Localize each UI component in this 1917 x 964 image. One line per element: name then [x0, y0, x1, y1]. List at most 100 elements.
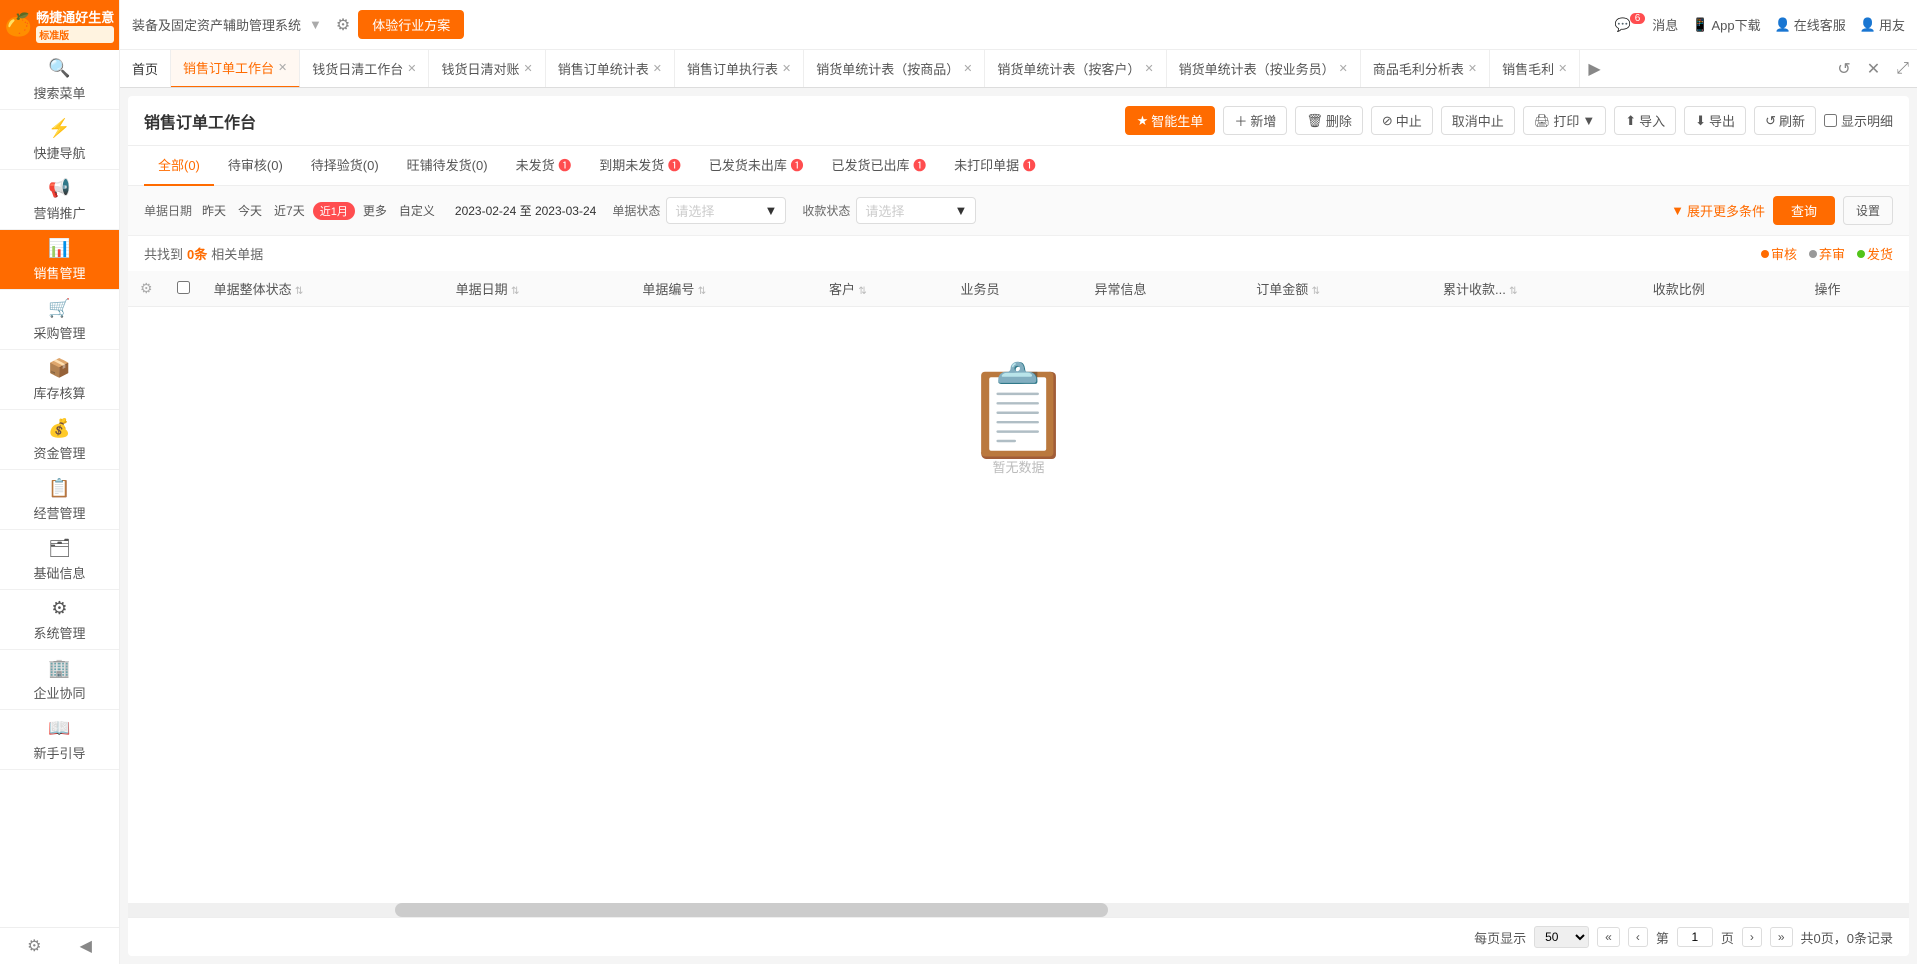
date-yesterday[interactable]: 昨天	[198, 200, 230, 221]
settings-icon[interactable]: ⚙	[27, 936, 41, 956]
delete-btn[interactable]: 🗑 删除	[1295, 106, 1363, 135]
tab-cash-daily-close[interactable]: ✕	[407, 62, 416, 75]
sort-received-icon[interactable]: ⇅	[1509, 286, 1517, 297]
tab-sales-exec[interactable]: 销售订单执行表 ✕	[675, 50, 804, 88]
tab-sales-exec-close[interactable]: ✕	[782, 62, 791, 75]
horizontal-scrollbar[interactable]	[128, 903, 1909, 917]
sidebar-item-purchase[interactable]: 🛒 采购管理	[0, 290, 119, 350]
payment-select[interactable]: 请选择 ▼	[856, 197, 976, 224]
message-item[interactable]: 💬 6 消息	[1615, 15, 1679, 34]
refresh-btn[interactable]: ↺ 刷新	[1754, 106, 1816, 135]
anti-review-action[interactable]: 弃审	[1809, 244, 1845, 263]
filter-tab-not-printed[interactable]: 未打印单据 ❶	[940, 146, 1050, 186]
tab-product-margin-close[interactable]: ✕	[1468, 62, 1477, 75]
filter-tab-not-shipped[interactable]: 未发货 ❶	[502, 146, 586, 186]
tab-sales-stat-staff[interactable]: 销货单统计表（按业务员） ✕	[1167, 50, 1361, 88]
user-item[interactable]: 👤 用友	[1860, 15, 1905, 34]
date-custom[interactable]: 自定义	[395, 200, 439, 221]
export-btn[interactable]: ⬇ 导出	[1684, 106, 1746, 135]
tab-action-close[interactable]: ✕	[1859, 59, 1888, 79]
sidebar-item-search[interactable]: 🔍 搜索菜单	[0, 50, 119, 110]
last-page-btn[interactable]: »	[1770, 927, 1793, 947]
tab-cash-reconcile-close[interactable]: ✕	[524, 62, 533, 75]
tab-cash-daily[interactable]: 钱货日清工作台 ✕	[300, 50, 429, 88]
tab-more-btn[interactable]: ▶	[1580, 59, 1608, 79]
show-detail-toggle[interactable]: 显示明细	[1824, 111, 1893, 130]
filter-tab-overdue[interactable]: 到期未发货 ❶	[585, 146, 695, 186]
ship-action[interactable]: 发货	[1857, 244, 1893, 263]
tab-sales-order-close[interactable]: ✕	[278, 61, 287, 74]
date-today[interactable]: 今天	[234, 200, 266, 221]
sidebar-item-system[interactable]: ⚙ 系统管理	[0, 590, 119, 650]
tab-sales-stat-product[interactable]: 销货单统计表（按商品） ✕	[804, 50, 985, 88]
tab-sales-stat-product-close[interactable]: ✕	[963, 62, 972, 75]
tab-sales-order[interactable]: 销售订单工作台 ✕	[171, 50, 300, 88]
show-detail-checkbox[interactable]	[1824, 114, 1837, 127]
smart-order-btn[interactable]: ★ 智能生单	[1125, 106, 1216, 135]
add-btn[interactable]: ＋ 新增	[1223, 106, 1287, 135]
print-btn[interactable]: 🖨 打印 ▼	[1523, 106, 1606, 135]
industry-btn[interactable]: 体验行业方案	[358, 10, 464, 39]
expand-more-btn[interactable]: ▼ 展开更多条件	[1671, 201, 1765, 220]
first-page-btn[interactable]: «	[1597, 927, 1620, 947]
prev-page-btn[interactable]: ‹	[1628, 927, 1648, 947]
sidebar-item-operation[interactable]: 📋 经营管理	[0, 470, 119, 530]
sidebar-item-quick[interactable]: ⚡ 快捷导航	[0, 110, 119, 170]
filter-tab-shipped-out[interactable]: 已发货已出库 ❶	[817, 146, 940, 186]
topbar: 装备及固定资产辅助管理系统 ▼ ⚙ 体验行业方案 💬 6 消息 📱 App下载 …	[120, 0, 1917, 50]
tab-home[interactable]: 首页	[120, 50, 171, 88]
tab-sales-profit[interactable]: 销售毛利 ✕	[1490, 50, 1580, 88]
sidebar-item-inventory[interactable]: 📦 库存核算	[0, 350, 119, 410]
logo-badge: 标准版	[36, 26, 114, 43]
tab-sales-stat-customer[interactable]: 销货单统计表（按客户） ✕	[985, 50, 1166, 88]
collapse-icon[interactable]: ◀	[80, 936, 92, 956]
tab-sales-stat-staff-close[interactable]: ✕	[1339, 62, 1348, 75]
tab-action-expand[interactable]: ⤢	[1888, 60, 1917, 78]
filter-tab-pending-review[interactable]: 待审核(0)	[214, 146, 297, 186]
filter-setting-btn[interactable]: 设置	[1843, 196, 1893, 225]
tab-sales-stat-customer-close[interactable]: ✕	[1144, 62, 1153, 75]
date-7days[interactable]: 近7天	[270, 200, 309, 221]
query-btn[interactable]: 查询	[1773, 196, 1835, 225]
filter-tab-shipped-not-out[interactable]: 已发货未出库 ❶	[695, 146, 818, 186]
select-all-checkbox[interactable]	[177, 281, 190, 294]
column-settings-icon[interactable]: ⚙	[140, 280, 153, 296]
summary-suffix: 相关单据	[211, 244, 263, 263]
sidebar-item-enterprise[interactable]: 🏢 企业协同	[0, 650, 119, 710]
status-select[interactable]: 请选择 ▼	[666, 197, 786, 224]
tab-sales-stat[interactable]: 销售订单统计表 ✕	[546, 50, 675, 88]
page-input[interactable]	[1677, 927, 1713, 947]
sidebar-item-finance[interactable]: 💰 资金管理	[0, 410, 119, 470]
sidebar-item-marketing[interactable]: 📢 营销推广	[0, 170, 119, 230]
scrollbar-thumb[interactable]	[395, 903, 1107, 917]
sidebar-item-basic[interactable]: 🗂 基础信息	[0, 530, 119, 590]
app-download-item[interactable]: 📱 App下载	[1692, 15, 1760, 34]
tab-sales-stat-close[interactable]: ✕	[653, 62, 662, 75]
tab-product-margin[interactable]: 商品毛利分析表 ✕	[1361, 50, 1490, 88]
stop-btn[interactable]: ⊘ 中止	[1371, 106, 1433, 135]
sort-status-icon[interactable]: ⇅	[295, 286, 303, 297]
online-service-item[interactable]: 👤 在线客服	[1775, 15, 1846, 34]
sort-amount-icon[interactable]: ⇅	[1312, 286, 1320, 297]
sort-date-icon[interactable]: ⇅	[511, 286, 519, 297]
filter-tab-wangpu[interactable]: 旺铺待发货(0)	[393, 146, 502, 186]
sidebar-item-sales[interactable]: 📊 销售管理	[0, 230, 119, 290]
sidebar-item-guide[interactable]: 📖 新手引导	[0, 710, 119, 770]
sort-number-icon[interactable]: ⇅	[698, 286, 706, 297]
user-icon: 👤	[1860, 17, 1876, 33]
filter-tab-all[interactable]: 全部(0)	[144, 146, 214, 186]
filter-tab-pending-inspect[interactable]: 待择验货(0)	[297, 146, 393, 186]
review-action[interactable]: 审核	[1761, 244, 1797, 263]
tab-sales-profit-close[interactable]: ✕	[1558, 62, 1567, 75]
settings-topbar-icon[interactable]: ⚙	[336, 15, 350, 35]
tab-action-refresh[interactable]: ↺	[1829, 59, 1858, 79]
tab-cash-reconcile[interactable]: 钱货日清对账 ✕	[429, 50, 545, 88]
date-1month[interactable]: 近1月	[313, 202, 355, 220]
next-page-btn[interactable]: ›	[1742, 927, 1762, 947]
dropdown-icon[interactable]: ▼	[309, 17, 322, 32]
sort-customer-icon[interactable]: ⇅	[858, 286, 866, 297]
date-more[interactable]: 更多	[359, 200, 391, 221]
import-btn[interactable]: ⬆ 导入	[1614, 106, 1676, 135]
page-size-select[interactable]: 50 10 20 100	[1534, 926, 1589, 948]
cancel-stop-btn[interactable]: 取消中止	[1441, 106, 1515, 135]
